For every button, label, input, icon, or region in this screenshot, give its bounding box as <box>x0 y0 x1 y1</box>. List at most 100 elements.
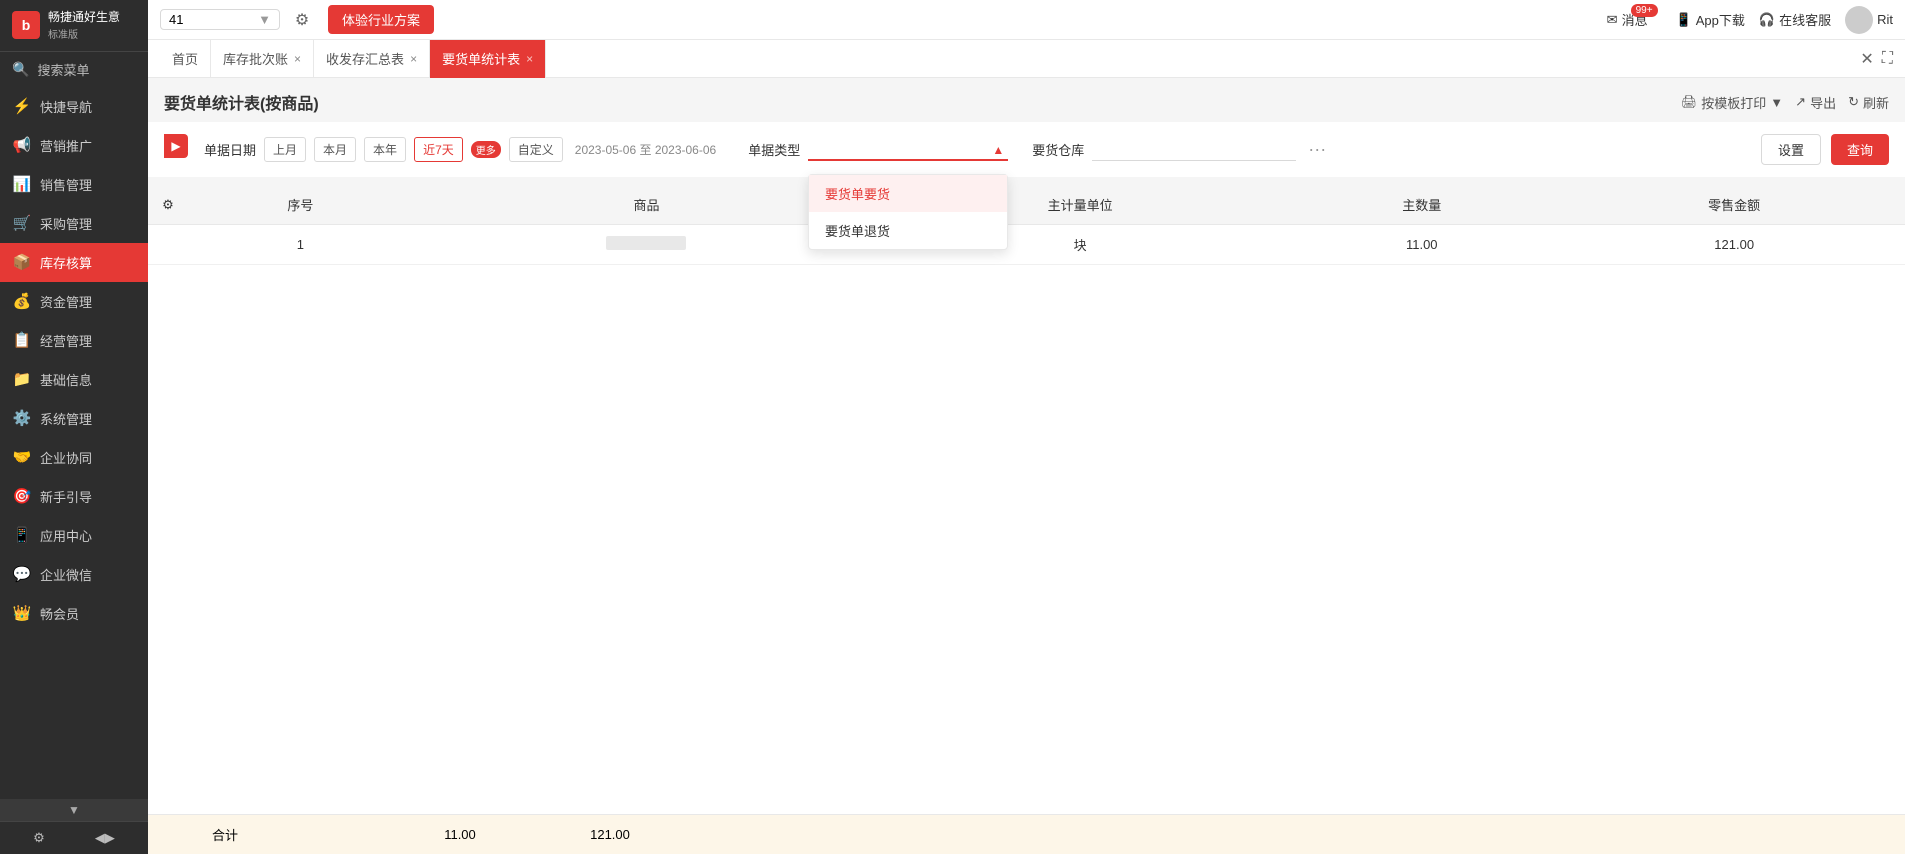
user-profile[interactable]: Rit <box>1845 6 1893 34</box>
app-download-label: App下载 <box>1696 10 1745 29</box>
data-table: ⚙ 序号 商品 主计量单位 主数量 零售金额 1 <box>148 185 1905 265</box>
sidebar-item-operations[interactable]: 📋 经营管理 <box>0 321 148 360</box>
sidebar-item-wechat[interactable]: 💬 企业微信 <box>0 555 148 594</box>
sidebar-item-enterprise[interactable]: 🤝 企业协同 <box>0 438 148 477</box>
row-amount-cell: 121.00 <box>1563 225 1905 265</box>
tab-home[interactable]: 首页 <box>160 40 211 78</box>
sidebar-toggle-btn[interactable]: ◀▶ <box>95 830 115 846</box>
col-settings[interactable]: ⚙ <box>148 185 188 225</box>
row-index-cell: 1 <box>188 225 413 265</box>
page-header: 要货单统计表(按商品) 🖨 按模板打印 ▼ ↗ 导出 ↻ 刷新 <box>148 78 1905 122</box>
sidebar-item-label: 企业协同 <box>40 448 92 467</box>
dropdown-item-return[interactable]: 要货单退货 <box>809 212 1007 249</box>
sidebar-item-label: 采购管理 <box>40 214 92 233</box>
selector-arrow-icon: ▼ <box>258 12 271 27</box>
filter-row: 单据日期 上月 本月 本年 近7天 更多 自定义 2023-05-06 至 20… <box>204 134 1889 165</box>
tab-inventory-batch-label: 库存批次账 <box>223 49 288 68</box>
mobile-icon: 📱 <box>1676 12 1692 28</box>
expand-icon: ▶ <box>171 139 180 153</box>
type-dropdown: 要货单要货 要货单退货 <box>808 174 1008 250</box>
sidebar-item-label: 资金管理 <box>40 292 92 311</box>
type-select-arrow-icon[interactable]: ▲ <box>992 143 1004 157</box>
sidebar-item-basic-info[interactable]: 📁 基础信息 <box>0 360 148 399</box>
sidebar-item-sales[interactable]: 📊 销售管理 <box>0 165 148 204</box>
settings-btn[interactable]: 设置 <box>1761 134 1821 165</box>
table-row: 1 块 11.00 121.00 <box>148 225 1905 265</box>
print-icon: 🖨 <box>1681 94 1698 110</box>
sidebar-item-label: 销售管理 <box>40 175 92 194</box>
app-sub: 标准版 <box>48 26 120 41</box>
refresh-btn[interactable]: ↻ 刷新 <box>1848 93 1889 112</box>
company-selector-text: 41 <box>169 12 183 27</box>
filter-area: ▶ 单据日期 上月 本月 本年 近7天 更多 自定义 2023-05-06 至 … <box>148 122 1905 177</box>
tab-close-icon[interactable]: × <box>526 52 533 66</box>
app-download-btn[interactable]: 📱 App下载 <box>1676 10 1745 29</box>
logo-icon: b <box>12 11 40 39</box>
col-amount: 零售金额 <box>1563 185 1905 225</box>
sidebar-item-app-center[interactable]: 📱 应用中心 <box>0 516 148 555</box>
sidebar-item-marketing[interactable]: 📢 营销推广 <box>0 126 148 165</box>
tab-receive-summary[interactable]: 收发存汇总表 × <box>314 40 430 78</box>
basic-info-icon: 📁 <box>12 370 32 388</box>
warehouse-input[interactable] <box>1092 139 1296 161</box>
dropdown-item-delivery[interactable]: 要货单要货 <box>809 175 1007 212</box>
sidebar-item-finance[interactable]: 💰 资金管理 <box>0 282 148 321</box>
messages-btn[interactable]: ✉ 消息 99+ <box>1607 10 1648 29</box>
table-footer: 合计 11.00 121.00 <box>148 814 1905 854</box>
date-custom-btn[interactable]: 自定义 <box>509 137 563 162</box>
date-this-year-btn[interactable]: 本年 <box>364 137 406 162</box>
sidebar: b 畅捷通好生意 标准版 🔍 搜索菜单 ⚡ 快捷导航 📢 营销推广 📊 销售管理… <box>0 0 148 854</box>
sidebar-item-guide[interactable]: 🎯 新手引导 <box>0 477 148 516</box>
topbar-right: ✉ 消息 99+ 📱 App下载 🎧 在线客服 Rit <box>1607 6 1893 34</box>
type-select-wrap: ▲ <box>808 138 1008 161</box>
close-all-icon[interactable]: ✕ <box>1860 49 1873 69</box>
query-btn[interactable]: 查询 <box>1831 134 1889 165</box>
filter-more-icon[interactable]: ··· <box>1308 139 1326 160</box>
page-header-actions: 🖨 按模板打印 ▼ ↗ 导出 ↻ 刷新 <box>1681 93 1889 112</box>
online-service-btn[interactable]: 🎧 在线客服 <box>1759 10 1831 29</box>
type-select[interactable] <box>808 138 1008 161</box>
sidebar-item-label: 系统管理 <box>40 409 92 428</box>
sidebar-item-quick-nav[interactable]: ⚡ 快捷导航 <box>0 87 148 126</box>
export-btn[interactable]: ↗ 导出 <box>1795 93 1836 112</box>
sidebar-settings-btn[interactable]: ⚙ <box>33 830 45 846</box>
product-placeholder <box>606 236 686 250</box>
sidebar-item-membership[interactable]: 👑 畅会员 <box>0 594 148 633</box>
tab-close-icon[interactable]: × <box>294 52 301 66</box>
search-icon: 🔍 <box>12 61 29 78</box>
filter-expand-btn[interactable]: ▶ <box>164 134 188 158</box>
refresh-icon: ↻ <box>1848 94 1859 110</box>
sidebar-item-purchase[interactable]: 🛒 采购管理 <box>0 204 148 243</box>
tab-order-stats-label: 要货单统计表 <box>442 49 520 68</box>
system-icon: ⚙️ <box>12 409 32 427</box>
sidebar-item-inventory[interactable]: 📦 库存核算 <box>0 243 148 282</box>
topbar: 41 ▼ ⚙ 体验行业方案 ✉ 消息 99+ 📱 App下载 🎧 在线客服 <box>148 0 1905 40</box>
refresh-label: 刷新 <box>1863 93 1889 112</box>
date-last-month-btn[interactable]: 上月 <box>264 137 306 162</box>
tab-inventory-batch[interactable]: 库存批次账 × <box>211 40 314 78</box>
sidebar-item-label: 快捷导航 <box>40 97 92 116</box>
date-7days-btn[interactable]: 近7天 <box>414 137 463 162</box>
expand-tabs-icon[interactable]: ⛶ <box>1882 50 1893 68</box>
tab-close-icon[interactable]: × <box>410 52 417 66</box>
topbar-left: 41 ▼ ⚙ 体验行业方案 <box>160 5 1607 34</box>
trial-btn[interactable]: 体验行业方案 <box>328 5 434 34</box>
marketing-icon: 📢 <box>12 136 32 154</box>
table-wrap: ⚙ 序号 商品 主计量单位 主数量 零售金额 1 <box>148 185 1905 814</box>
tabs-bar: 首页 库存批次账 × 收发存汇总表 × 要货单统计表 × ✕ ⛶ <box>148 40 1905 78</box>
tabs-right: ✕ ⛶ <box>1860 49 1893 69</box>
tab-order-stats[interactable]: 要货单统计表 × <box>430 40 546 78</box>
company-selector[interactable]: 41 ▼ <box>160 9 280 30</box>
more-badge[interactable]: 更多 <box>471 141 501 158</box>
sidebar-item-label: 新手引导 <box>40 487 92 506</box>
warehouse-filter-label: 要货仓库 <box>1032 140 1084 159</box>
print-btn[interactable]: 🖨 按模板打印 ▼ <box>1681 93 1783 112</box>
footer-amount-val: 121.00 <box>560 827 660 842</box>
sidebar-item-system[interactable]: ⚙️ 系统管理 <box>0 399 148 438</box>
message-icon: ✉ <box>1607 12 1618 28</box>
sidebar-search[interactable]: 🔍 搜索菜单 <box>0 52 148 87</box>
topbar-gear-btn[interactable]: ⚙ <box>288 6 316 34</box>
sidebar-scroll-down[interactable]: ▼ <box>0 799 148 821</box>
date-this-month-btn[interactable]: 本月 <box>314 137 356 162</box>
app-center-icon: 📱 <box>12 526 32 544</box>
